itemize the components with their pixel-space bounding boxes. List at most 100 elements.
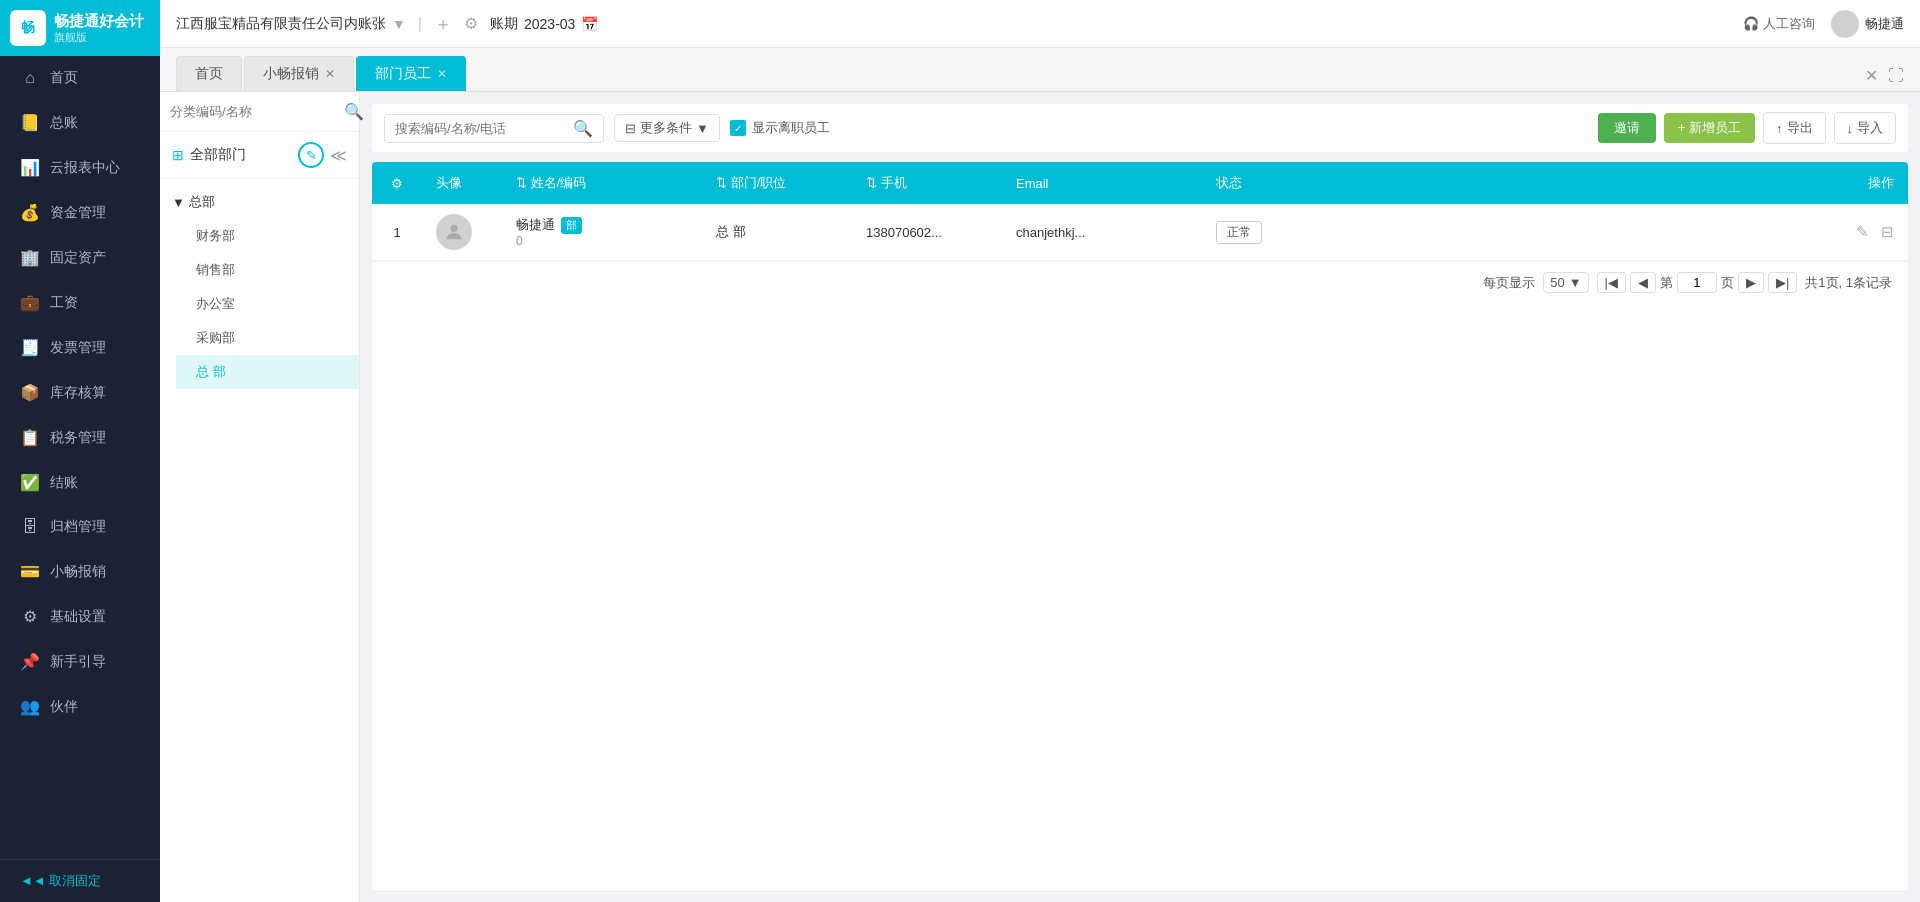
tab-close-window-icon[interactable]: ✕ [1865, 66, 1878, 85]
dept-node-parent[interactable]: ▼ 总部 [160, 185, 359, 219]
sidebar-item-salary[interactable]: 💼 工资 [0, 280, 160, 325]
sidebar-pin-toggle[interactable]: ◄◄ 取消固定 [0, 859, 160, 902]
col-action: 操作 [1352, 162, 1908, 204]
dept-node-finance[interactable]: 财务部 [176, 219, 359, 253]
tab-expand-icon[interactable]: ⛶ [1888, 67, 1904, 85]
dept-node-purchase[interactable]: 采购部 [176, 321, 359, 355]
topbar-right: 🎧 人工咨询 畅捷通 [1743, 10, 1904, 38]
per-page-label: 每页显示 [1483, 274, 1535, 292]
col-settings-icon[interactable]: ⚙ [391, 176, 403, 191]
sidebar-item-general-ledger[interactable]: 📒 总账 [0, 100, 160, 145]
import-button[interactable]: ↓ 导入 [1834, 112, 1897, 144]
tab-expense[interactable]: 小畅报销 ✕ [244, 56, 354, 91]
add-company-icon[interactable]: ＋ [434, 12, 452, 36]
sidebar-label-inventory: 库存核算 [50, 384, 106, 402]
page-label: 第 [1660, 274, 1673, 292]
next-page-button[interactable]: ▶ [1738, 272, 1764, 293]
sidebar-item-fixed-assets[interactable]: 🏢 固定资产 [0, 235, 160, 280]
toolbar-action-buttons: 邀请 + 新增员工 ↑ 导出 ↓ 导入 [1598, 112, 1896, 144]
tabbar-controls: ✕ ⛶ [1865, 66, 1904, 91]
support-button[interactable]: 🎧 人工咨询 [1743, 15, 1815, 33]
headset-icon: 🎧 [1743, 16, 1759, 31]
import-icon: ↓ [1847, 121, 1854, 136]
employee-search-box: 🔍 [384, 114, 604, 143]
last-page-button[interactable]: ▶| [1768, 272, 1797, 293]
prev-page-button[interactable]: ◀ [1630, 272, 1656, 293]
tab-dept-close[interactable]: ✕ [437, 67, 447, 81]
export-icon: ↑ [1776, 121, 1783, 136]
per-page-select[interactable]: 50 ▼ [1543, 272, 1588, 293]
dept-node-sales[interactable]: 销售部 [176, 253, 359, 287]
logout-icon[interactable]: ⊟ [1881, 223, 1894, 241]
dept-edit-icon[interactable]: ✎ [298, 142, 324, 168]
all-dept-header[interactable]: ⊞ 全部部门 ✎ ≪ [160, 132, 359, 179]
filter-chevron-icon: ▼ [696, 121, 709, 136]
tab-expense-close[interactable]: ✕ [325, 67, 335, 81]
company-selector[interactable]: 江西服宝精品有限责任公司内账张 ▼ [176, 15, 406, 33]
sidebar-item-checkout[interactable]: ✅ 结账 [0, 460, 160, 505]
search-icon[interactable]: 🔍 [573, 119, 593, 138]
more-filter-button[interactable]: ⊟ 更多条件 ▼ [614, 114, 720, 142]
cell-dept: 总 部 [702, 204, 852, 261]
col-name-sort-icon: ⇅ [516, 175, 531, 190]
period-value: 2023-03 [524, 16, 575, 32]
sidebar-item-expense[interactable]: 💳 小畅报销 [0, 549, 160, 594]
settings-gear-icon[interactable]: ⚙ [464, 14, 478, 33]
cell-avatar [422, 204, 502, 261]
grid-icon: ⊞ [172, 147, 184, 163]
col-phone[interactable]: ⇅ 手机 [852, 162, 1002, 204]
sidebar-item-guide[interactable]: 📌 新手引导 [0, 639, 160, 684]
export-button[interactable]: ↑ 导出 [1763, 112, 1826, 144]
invite-button[interactable]: 邀请 [1598, 113, 1656, 143]
sidebar-item-inventory[interactable]: 📦 库存核算 [0, 370, 160, 415]
dept-parent-label: 总部 [189, 193, 215, 211]
tab-home[interactable]: 首页 [176, 56, 242, 91]
dept-collapse-icon[interactable]: ≪ [330, 146, 347, 165]
table-row: 1 畅捷通 部 0 [372, 204, 1908, 261]
dept-office-label: 办公室 [196, 296, 235, 311]
sidebar-logo: 畅 畅捷通好会计 旗舰版 [0, 0, 160, 56]
page-input[interactable] [1677, 272, 1717, 293]
col-dept-sort-icon: ⇅ [716, 175, 731, 190]
sidebar-label-checkout: 结账 [50, 474, 78, 492]
sidebar-label-fixed-assets: 固定资产 [50, 249, 106, 267]
tax-icon: 📋 [20, 428, 40, 447]
sidebar-item-settings[interactable]: ⚙ 基础设置 [0, 594, 160, 639]
partner-icon: 👥 [20, 697, 40, 716]
sidebar-label-invoice: 发票管理 [50, 339, 106, 357]
employee-toolbar: 🔍 ⊟ 更多条件 ▼ ✓ 显示离职员工 邀请 + 新增员工 ↑ 导出 [372, 104, 1908, 152]
calendar-icon[interactable]: 📅 [581, 16, 598, 32]
employee-search-input[interactable] [395, 121, 567, 136]
show-resigned-toggle[interactable]: ✓ 显示离职员工 [730, 119, 830, 137]
employee-table: ⚙ 头像 ⇅ 姓名/编码 ⇅ 部门/职位 ⇅ 手机 [372, 162, 1908, 261]
sidebar-item-capital[interactable]: 💰 资金管理 [0, 190, 160, 235]
dept-header-icons: ✎ ≪ [298, 142, 347, 168]
first-page-button[interactable]: |◀ [1597, 272, 1626, 293]
col-status: 状态 [1202, 162, 1352, 204]
add-employee-button[interactable]: + 新增员工 [1664, 113, 1755, 143]
guide-icon: 📌 [20, 652, 40, 671]
cell-phone: 138070602... [852, 204, 1002, 261]
sidebar-item-partner[interactable]: 👥 伙伴 [0, 684, 160, 729]
show-resigned-checkbox[interactable]: ✓ [730, 120, 746, 136]
col-name[interactable]: ⇅ 姓名/编码 [502, 162, 702, 204]
col-avatar: 头像 [422, 162, 502, 204]
dept-finance-label: 财务部 [196, 228, 235, 243]
sidebar-item-archive[interactable]: 🗄 归档管理 [0, 505, 160, 549]
export-label: 导出 [1787, 119, 1813, 137]
tab-dept-employee[interactable]: 部门员工 ✕ [356, 56, 466, 91]
sidebar-label-ledger: 总账 [50, 114, 78, 132]
sidebar-item-reports[interactable]: 📊 云报表中心 [0, 145, 160, 190]
dept-node-general[interactable]: 总 部 [176, 355, 359, 389]
sidebar-item-tax[interactable]: 📋 税务管理 [0, 415, 160, 460]
sidebar-item-home[interactable]: ⌂ 首页 [0, 56, 160, 100]
sidebar-label-tax: 税务管理 [50, 429, 106, 447]
dept-node-office[interactable]: 办公室 [176, 287, 359, 321]
dept-search-input[interactable] [170, 104, 338, 119]
col-settings[interactable]: ⚙ [372, 162, 422, 204]
sidebar-item-invoice[interactable]: 🧾 发票管理 [0, 325, 160, 370]
sidebar-label-settings: 基础设置 [50, 608, 106, 626]
col-dept[interactable]: ⇅ 部门/职位 [702, 162, 852, 204]
edit-icon[interactable]: ✎ [1856, 223, 1869, 241]
user-menu[interactable]: 畅捷通 [1831, 10, 1904, 38]
